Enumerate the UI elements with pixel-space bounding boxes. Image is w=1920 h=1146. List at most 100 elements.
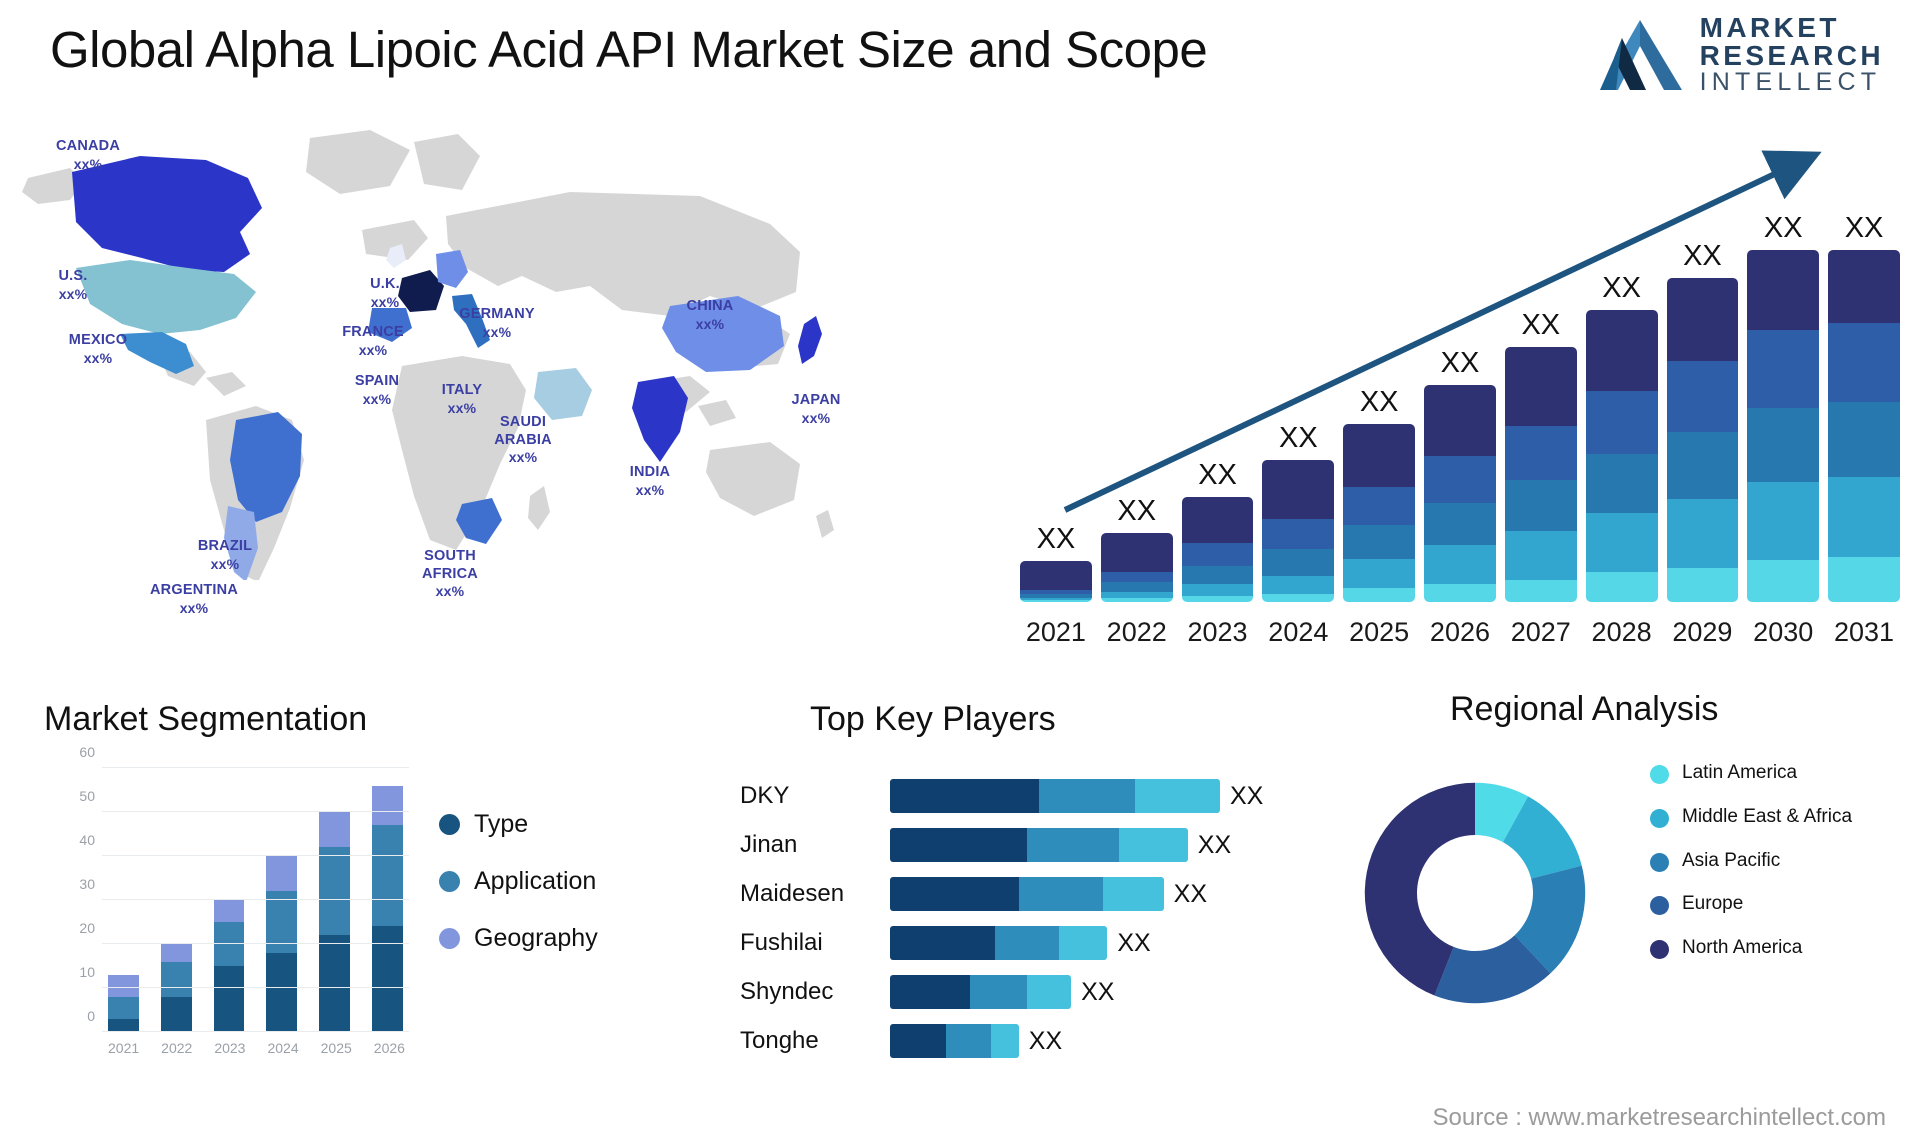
key-player-name: Tonghe bbox=[740, 1027, 819, 1054]
key-player-value-label: XX bbox=[1230, 781, 1264, 810]
map-country-name: U.S. bbox=[58, 268, 88, 284]
map-country-name: U.K. bbox=[370, 276, 400, 292]
key-player-bar bbox=[890, 1024, 1019, 1058]
segmentation-bar-segment bbox=[160, 961, 192, 997]
map-country-pct: xx% bbox=[58, 285, 88, 302]
map-label-south-africa: SOUTH AFRICA xx% bbox=[422, 548, 478, 600]
growth-bar-segment bbox=[1262, 518, 1335, 550]
regional-legend-item: North America bbox=[1650, 937, 1852, 960]
growth-bar-segment bbox=[1747, 330, 1820, 408]
map-label-mexico: MEXICO xx% bbox=[69, 332, 127, 367]
growth-bar-segment bbox=[1666, 431, 1739, 499]
segmentation-x-tick: 2025 bbox=[320, 1040, 352, 1056]
growth-bar-segment bbox=[1100, 571, 1173, 582]
map-label-germany: GERMANY xx% bbox=[459, 306, 535, 341]
map-label-argentina: ARGENTINA xx% bbox=[150, 582, 238, 617]
key-player-bar-segment bbox=[890, 1024, 947, 1058]
logo-line-1: MARKET bbox=[1699, 12, 1840, 43]
growth-bar-value-label: XX bbox=[1036, 523, 1076, 556]
key-player-row: DKY XX bbox=[700, 772, 1320, 820]
map-country-name: BRAZIL bbox=[197, 538, 253, 554]
growth-bar-column: XX bbox=[1100, 212, 1173, 602]
growth-bar bbox=[1020, 561, 1092, 602]
country-us bbox=[76, 260, 256, 334]
segmentation-bar-segment bbox=[319, 812, 351, 848]
legend-dot-icon bbox=[1650, 940, 1669, 960]
regional-legend-item: Latin America bbox=[1650, 762, 1852, 785]
growth-bar-segment bbox=[1504, 425, 1577, 481]
key-player-value-label: XX bbox=[1117, 928, 1151, 957]
brand-logo: MARKET RESEARCH INTELLECT bbox=[1594, 14, 1884, 95]
growth-bar-segment bbox=[1828, 476, 1900, 558]
growth-bar-segment bbox=[1504, 480, 1577, 532]
key-player-name: Jinan bbox=[740, 831, 798, 858]
country-canada bbox=[72, 156, 262, 272]
growth-bar-column: XX bbox=[1181, 212, 1254, 602]
map-country-pct: xx% bbox=[635, 481, 665, 498]
growth-bar-segment bbox=[1343, 486, 1416, 526]
segmentation-gridline bbox=[102, 899, 409, 900]
key-player-bar-segment bbox=[970, 975, 1027, 1009]
growth-bar-segment bbox=[1747, 408, 1820, 482]
growth-bar-value-label: XX bbox=[1279, 422, 1318, 455]
market-segmentation-chart: 60 50 40 30 20 10 0 2021 2022 2023 2024 2025 2026 bbox=[54, 744, 409, 1062]
growth-bar-column: XX bbox=[1747, 212, 1820, 602]
map-country-name: FRANCE bbox=[342, 324, 404, 340]
growth-bar bbox=[1343, 423, 1416, 602]
key-player-track: XX bbox=[890, 926, 1320, 960]
segmentation-bar bbox=[160, 768, 192, 1032]
map-country-pct: xx% bbox=[508, 449, 538, 466]
map-country-pct: xx% bbox=[370, 293, 400, 310]
segmentation-y-tick: 40 bbox=[79, 832, 95, 848]
page-title: Global Alpha Lipoic Acid API Market Size… bbox=[50, 21, 1208, 78]
growth-bar-segment bbox=[1828, 557, 1900, 602]
growth-bar-column: XX bbox=[1504, 212, 1577, 602]
segmentation-plot: 60 50 40 30 20 10 0 bbox=[79, 744, 409, 1032]
key-player-bar-segment bbox=[890, 877, 1019, 911]
key-player-bar-segment bbox=[1026, 828, 1120, 862]
logo-line-2: RESEARCH bbox=[1699, 40, 1884, 71]
segmentation-legend: Type Application Geography bbox=[439, 810, 598, 981]
map-country-pct: xx% bbox=[179, 599, 209, 616]
growth-bar-segment bbox=[1666, 360, 1739, 432]
segmentation-legend-item: Type bbox=[439, 810, 598, 839]
growth-bar-segment bbox=[1181, 543, 1254, 566]
segmentation-y-tick: 0 bbox=[87, 1008, 95, 1024]
growth-year-label: 2030 bbox=[1753, 617, 1814, 647]
growth-bar-segment bbox=[1100, 581, 1173, 592]
key-player-row: Shyndec XX bbox=[700, 968, 1320, 1016]
world-map-svg bbox=[22, 130, 834, 580]
country-india bbox=[632, 376, 688, 462]
regional-donut-chart bbox=[1364, 782, 1586, 1004]
map-country-name: MEXICO bbox=[68, 332, 128, 348]
map-country-pct: xx% bbox=[83, 349, 113, 366]
key-player-bar-segment bbox=[994, 926, 1060, 960]
segmentation-bar bbox=[319, 768, 351, 1032]
growth-bar-segment bbox=[1262, 549, 1335, 576]
key-player-bar bbox=[890, 877, 1164, 911]
legend-dot-icon bbox=[439, 871, 460, 892]
growth-bar-segment bbox=[1343, 559, 1416, 588]
growth-bar-segment bbox=[1585, 512, 1658, 572]
legend-dot-icon bbox=[439, 814, 460, 835]
segmentation-gridline bbox=[102, 987, 409, 988]
growth-bar-segment bbox=[1666, 567, 1739, 602]
key-player-track: XX bbox=[890, 1024, 1320, 1058]
growth-year-label: 2022 bbox=[1106, 617, 1167, 647]
segmentation-y-tick: 20 bbox=[79, 920, 95, 936]
map-country-name: CANADA bbox=[55, 138, 121, 154]
map-label-brazil: BRAZIL xx% bbox=[198, 538, 252, 573]
map-country-name: SAUDI ARABIA bbox=[494, 414, 552, 448]
map-label-china: CHINA xx% bbox=[687, 298, 734, 333]
growth-bar-segment bbox=[1262, 593, 1335, 602]
growth-bar bbox=[1181, 496, 1254, 602]
regional-legend-item: Asia Pacific bbox=[1650, 850, 1852, 873]
map-label-india: INDIA xx% bbox=[630, 464, 670, 499]
growth-bar-segment bbox=[1020, 599, 1092, 602]
map-country-name: SPAIN bbox=[354, 373, 400, 389]
segmentation-y-tick: 60 bbox=[79, 744, 95, 760]
segmentation-bars bbox=[102, 768, 409, 1032]
regional-legend: Latin America Middle East & Africa Asia Pa… bbox=[1650, 762, 1852, 981]
growth-bar-segment bbox=[1343, 423, 1416, 487]
segmentation-x-axis: 2021 2022 2023 2024 2025 2026 bbox=[102, 1040, 409, 1056]
